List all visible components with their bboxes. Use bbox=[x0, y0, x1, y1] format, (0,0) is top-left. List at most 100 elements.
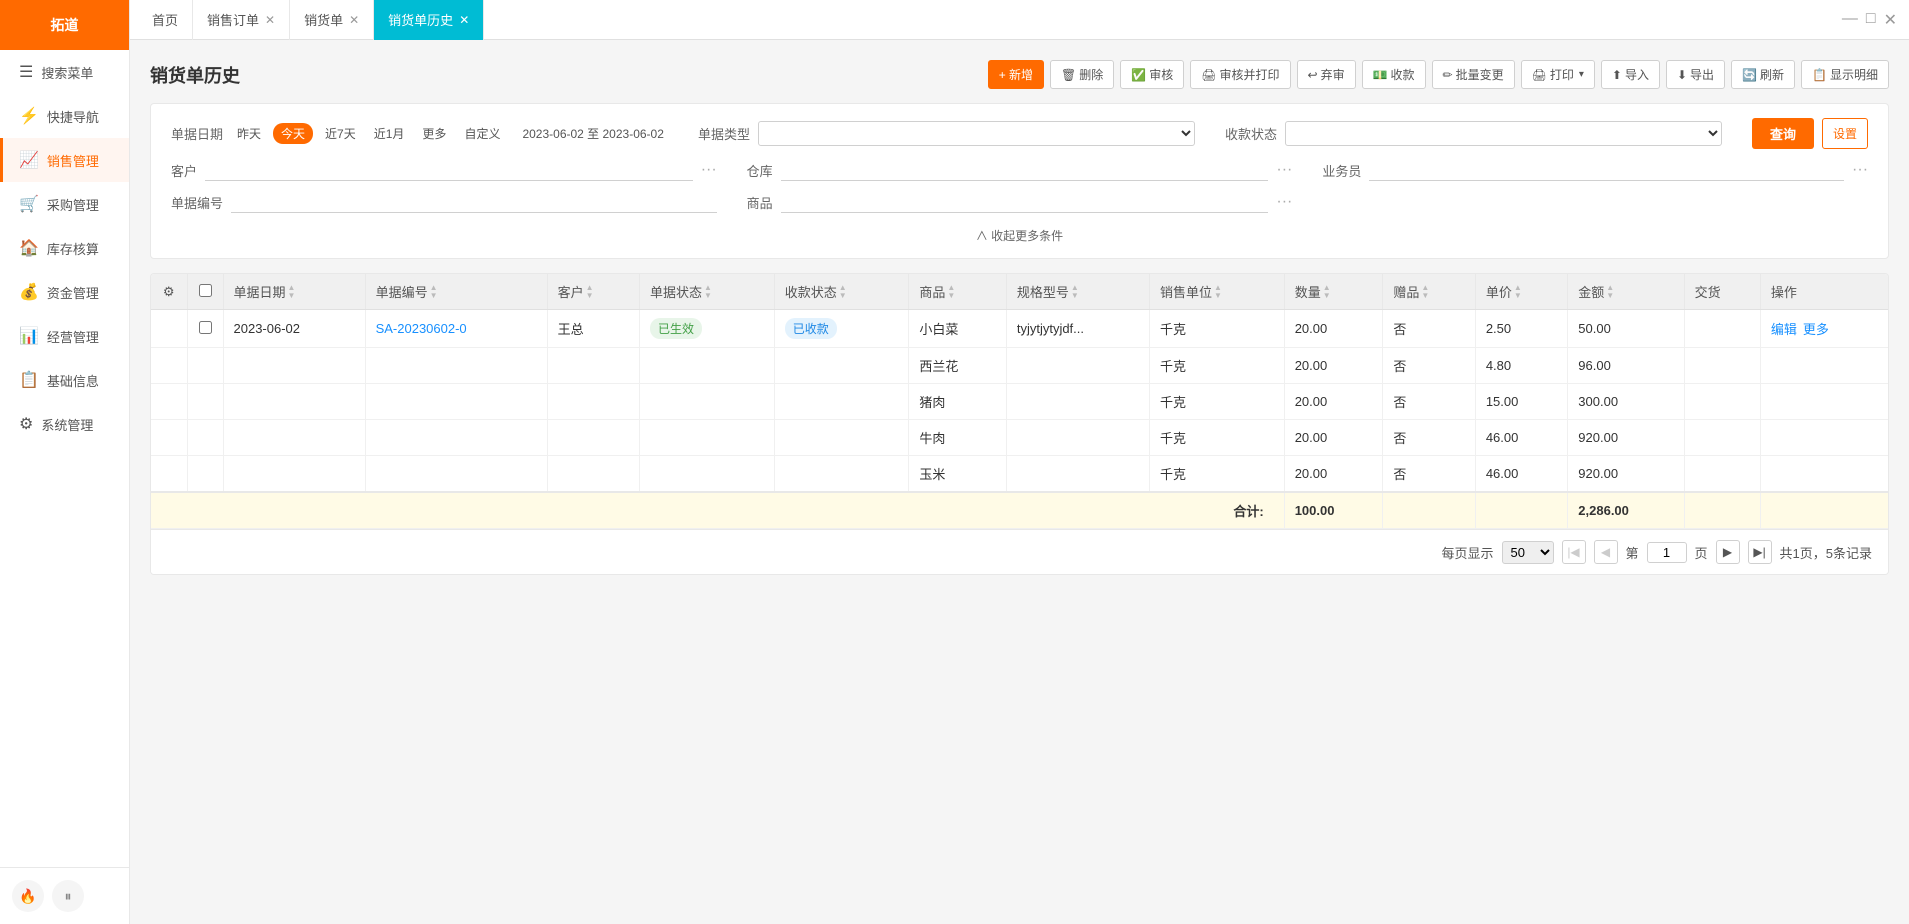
audit-print-button[interactable]: 🖨 审核并打印 bbox=[1190, 60, 1290, 89]
tab-sales-history-close[interactable]: ✕ bbox=[459, 13, 469, 27]
goods-input[interactable] bbox=[781, 191, 1269, 213]
sidebar-item-sys-mgmt[interactable]: ⚙ 系统管理 bbox=[0, 402, 129, 446]
sidebar-item-search-menu[interactable]: ☰ 搜索菜单 bbox=[0, 50, 129, 94]
sidebar-item-base-info[interactable]: 📋 基础信息 bbox=[0, 358, 129, 402]
cell-unit-price: 4.80 bbox=[1475, 348, 1567, 384]
filter-collapse[interactable]: ∧ 收起更多条件 bbox=[171, 223, 1868, 248]
tab-sales-history[interactable]: 销货单历史 ✕ bbox=[374, 0, 484, 40]
customer-input[interactable] bbox=[205, 159, 693, 181]
data-table: ⚙ 单据日期 ▲▼ 单据编号 ▲▼ bbox=[150, 273, 1889, 575]
delete-button[interactable]: 🗑 删除 bbox=[1050, 60, 1114, 89]
cell-customer bbox=[547, 456, 639, 493]
cell-checkbox[interactable] bbox=[187, 384, 223, 420]
cell-checkbox[interactable] bbox=[187, 420, 223, 456]
close-btn[interactable]: ✕ bbox=[1884, 10, 1897, 30]
audit-button[interactable]: ✅ 审核 bbox=[1120, 60, 1184, 89]
cell-checkbox[interactable] bbox=[187, 348, 223, 384]
cell-checkbox[interactable] bbox=[187, 456, 223, 493]
sidebar-footer-btn1[interactable]: 🔥 bbox=[12, 880, 44, 912]
sidebar-item-purchase-mgmt[interactable]: 🛒 采购管理 bbox=[0, 182, 129, 226]
cell-action bbox=[1760, 420, 1888, 456]
col-qty: 数量 ▲▼ bbox=[1284, 274, 1383, 310]
cell-gift: 否 bbox=[1383, 384, 1475, 420]
tab-sales-order[interactable]: 销售订单 ✕ bbox=[193, 0, 290, 40]
export-button[interactable]: ⬇ 导出 bbox=[1666, 60, 1725, 89]
summary-label: 合计: bbox=[151, 492, 1284, 529]
maximize-btn[interactable]: □ bbox=[1866, 10, 1876, 30]
tab-sales-delivery-close[interactable]: ✕ bbox=[349, 13, 359, 27]
cell-doc-status bbox=[640, 456, 775, 493]
customer-dots[interactable]: ··· bbox=[701, 161, 717, 179]
cell-unit-price: 46.00 bbox=[1475, 456, 1567, 493]
abandon-button[interactable]: ↩ 弃审 bbox=[1297, 60, 1356, 89]
cell-transaction bbox=[1684, 456, 1760, 493]
date-7days[interactable]: 近7天 bbox=[319, 123, 362, 144]
page-size-select[interactable]: 50 100 200 bbox=[1502, 541, 1554, 564]
payment-status-select[interactable] bbox=[1285, 121, 1722, 146]
warehouse-dots[interactable]: ··· bbox=[1276, 161, 1292, 179]
show-detail-icon: 📋 bbox=[1812, 68, 1827, 82]
sidebar-item-finance[interactable]: 💰 资金管理 bbox=[0, 270, 129, 314]
cell-date bbox=[223, 384, 365, 420]
show-detail-button[interactable]: 📋 显示明细 bbox=[1801, 60, 1889, 89]
col-transaction: 交货 bbox=[1684, 274, 1760, 310]
tab-sales-order-close[interactable]: ✕ bbox=[265, 13, 275, 27]
date-yesterday[interactable]: 昨天 bbox=[231, 123, 267, 144]
refresh-button[interactable]: 🔄 刷新 bbox=[1731, 60, 1795, 89]
tab-sales-delivery[interactable]: 销货单 ✕ bbox=[290, 0, 374, 40]
import-button[interactable]: ⬆ 导入 bbox=[1601, 60, 1660, 89]
edit-btn[interactable]: 编辑 bbox=[1771, 319, 1797, 338]
filter-row-3: 单据编号 商品 ··· bbox=[171, 191, 1868, 213]
date-custom[interactable]: 自定义 bbox=[458, 123, 506, 144]
col-checkbox[interactable] bbox=[187, 274, 223, 310]
date-more[interactable]: 更多 bbox=[416, 123, 452, 144]
doc-type-select[interactable] bbox=[758, 121, 1195, 146]
col-settings[interactable]: ⚙ bbox=[151, 274, 187, 310]
cell-transaction bbox=[1684, 348, 1760, 384]
sidebar-item-label: 基础信息 bbox=[47, 371, 99, 390]
filter-doc-type: 单据类型 bbox=[698, 121, 1195, 146]
salesperson-dots[interactable]: ··· bbox=[1852, 161, 1868, 179]
last-page-btn[interactable]: ▶| bbox=[1748, 540, 1772, 564]
goods-dots[interactable]: ··· bbox=[1276, 193, 1292, 211]
settings-button[interactable]: 设置 bbox=[1822, 118, 1868, 149]
sidebar-item-quick-nav[interactable]: ⚡ 快捷导航 bbox=[0, 94, 129, 138]
cell-gift: 否 bbox=[1383, 420, 1475, 456]
sidebar-footer-btn2[interactable]: ⏸ bbox=[52, 880, 84, 912]
first-page-btn[interactable]: |◀ bbox=[1562, 540, 1586, 564]
prev-page-btn[interactable]: ◀ bbox=[1594, 540, 1618, 564]
cell-date bbox=[223, 456, 365, 493]
batch-change-button[interactable]: ✏ 批量变更 bbox=[1432, 60, 1515, 89]
query-button[interactable]: 查询 bbox=[1752, 118, 1814, 149]
sidebar-item-operations[interactable]: 📊 经营管理 bbox=[0, 314, 129, 358]
more-btn[interactable]: 更多 bbox=[1803, 319, 1829, 338]
tab-home[interactable]: 首页 bbox=[138, 0, 193, 40]
minimize-btn[interactable]: — bbox=[1842, 10, 1858, 30]
cell-payment-status bbox=[774, 420, 909, 456]
col-spec-type: 规格型号 ▲▼ bbox=[1006, 274, 1149, 310]
cell-checkbox[interactable] bbox=[187, 310, 223, 348]
toolbar: + 新增 🗑 删除 ✅ 审核 🖨 审核并打印 ↩ 弃审 bbox=[988, 60, 1889, 89]
doc-no-input[interactable] bbox=[231, 191, 717, 213]
sidebar-item-sales-mgmt[interactable]: 📈 销售管理 bbox=[0, 138, 129, 182]
cell-customer bbox=[547, 348, 639, 384]
print-icon: 🖨 bbox=[1532, 68, 1547, 82]
cell-doc-status bbox=[640, 384, 775, 420]
cell-amount: 50.00 bbox=[1568, 310, 1684, 348]
date-today[interactable]: 今天 bbox=[273, 123, 313, 144]
new-button[interactable]: + 新增 bbox=[988, 60, 1044, 89]
sidebar-item-label: 资金管理 bbox=[47, 283, 99, 302]
receive-button[interactable]: 💵 收款 bbox=[1362, 60, 1426, 89]
next-page-btn[interactable]: ▶ bbox=[1716, 540, 1740, 564]
warehouse-input[interactable] bbox=[781, 159, 1269, 181]
col-action: 操作 bbox=[1760, 274, 1888, 310]
page-input[interactable] bbox=[1647, 542, 1687, 563]
filter-salesperson: 业务员 ··· bbox=[1322, 159, 1868, 181]
sidebar-item-inventory[interactable]: 🏠 库存核算 bbox=[0, 226, 129, 270]
print-button[interactable]: 🖨 打印 ▾ bbox=[1521, 60, 1595, 89]
filter-doc-no: 单据编号 bbox=[171, 191, 717, 213]
sidebar-item-label: 搜索菜单 bbox=[41, 63, 93, 82]
salesperson-input[interactable] bbox=[1369, 159, 1844, 181]
sidebar-item-label: 销售管理 bbox=[47, 151, 99, 170]
date-1month[interactable]: 近1月 bbox=[368, 123, 411, 144]
